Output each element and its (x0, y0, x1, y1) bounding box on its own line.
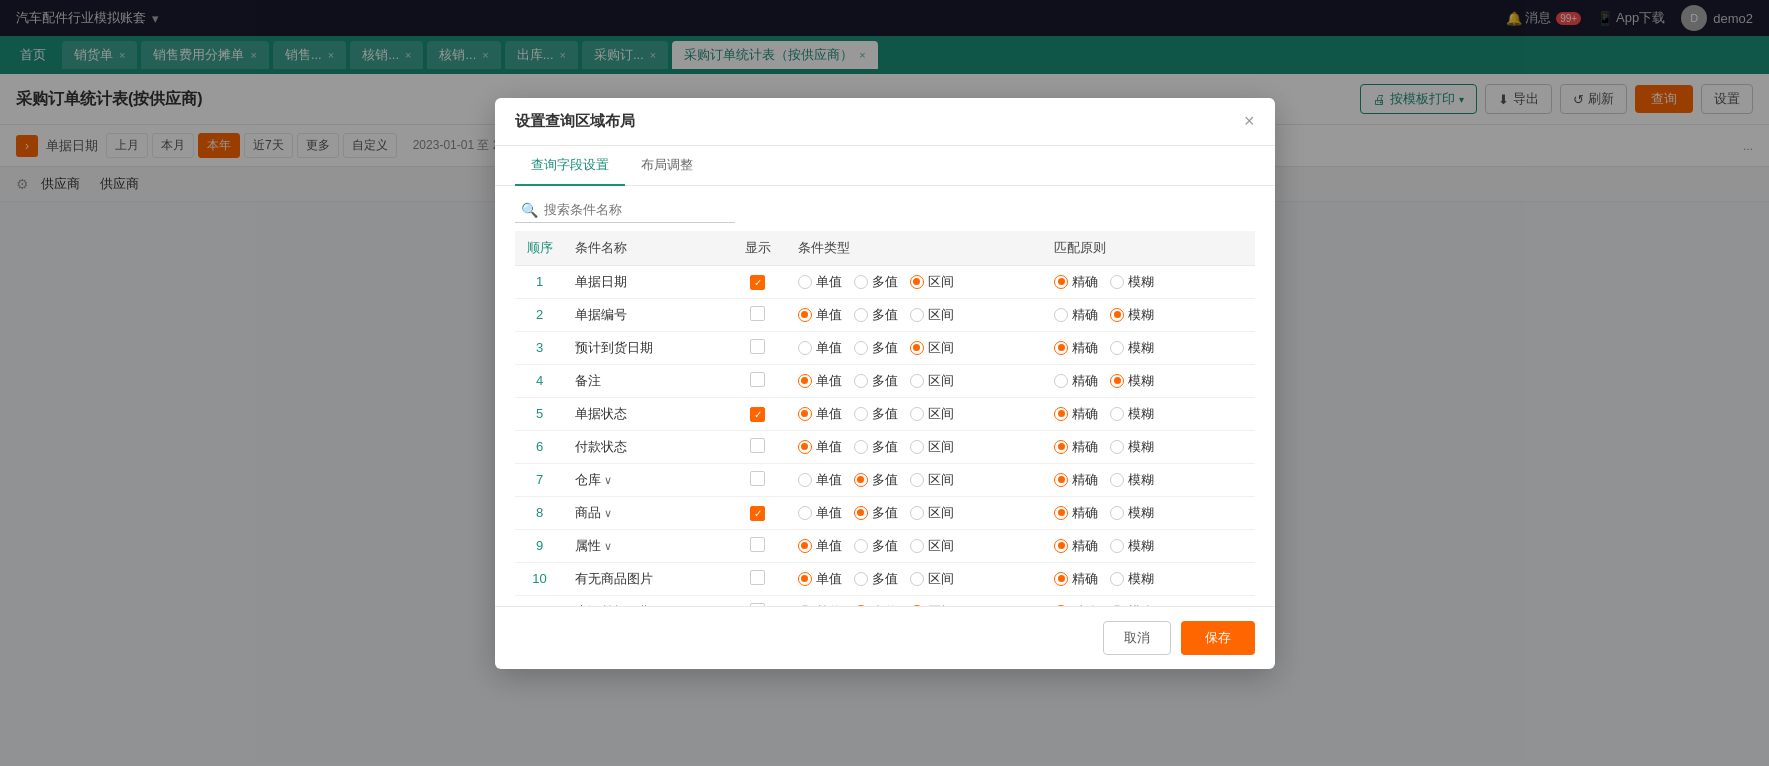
settings-modal: 设置查询区域布局 × 查询字段设置 布局调整 🔍 顺序 (495, 98, 1275, 203)
modal-tabs: 查询字段设置 布局调整 (495, 146, 1275, 186)
search-icon: 🔍 (521, 202, 538, 203)
modal-overlay: 设置查询区域布局 × 查询字段设置 布局调整 🔍 顺序 (0, 0, 1769, 202)
modal-header: 设置查询区域布局 × (495, 98, 1275, 146)
modal-close-button[interactable]: × (1244, 112, 1255, 130)
search-row: 🔍 (495, 186, 1275, 203)
search-input-wrap: 🔍 (515, 198, 735, 203)
modal-tab-layout[interactable]: 布局调整 (625, 146, 709, 186)
modal-tab-fields[interactable]: 查询字段设置 (515, 146, 625, 186)
modal-title: 设置查询区域布局 (515, 112, 635, 131)
modal-tab-layout-label: 布局调整 (641, 157, 693, 172)
modal-tab-fields-label: 查询字段设置 (531, 157, 609, 172)
